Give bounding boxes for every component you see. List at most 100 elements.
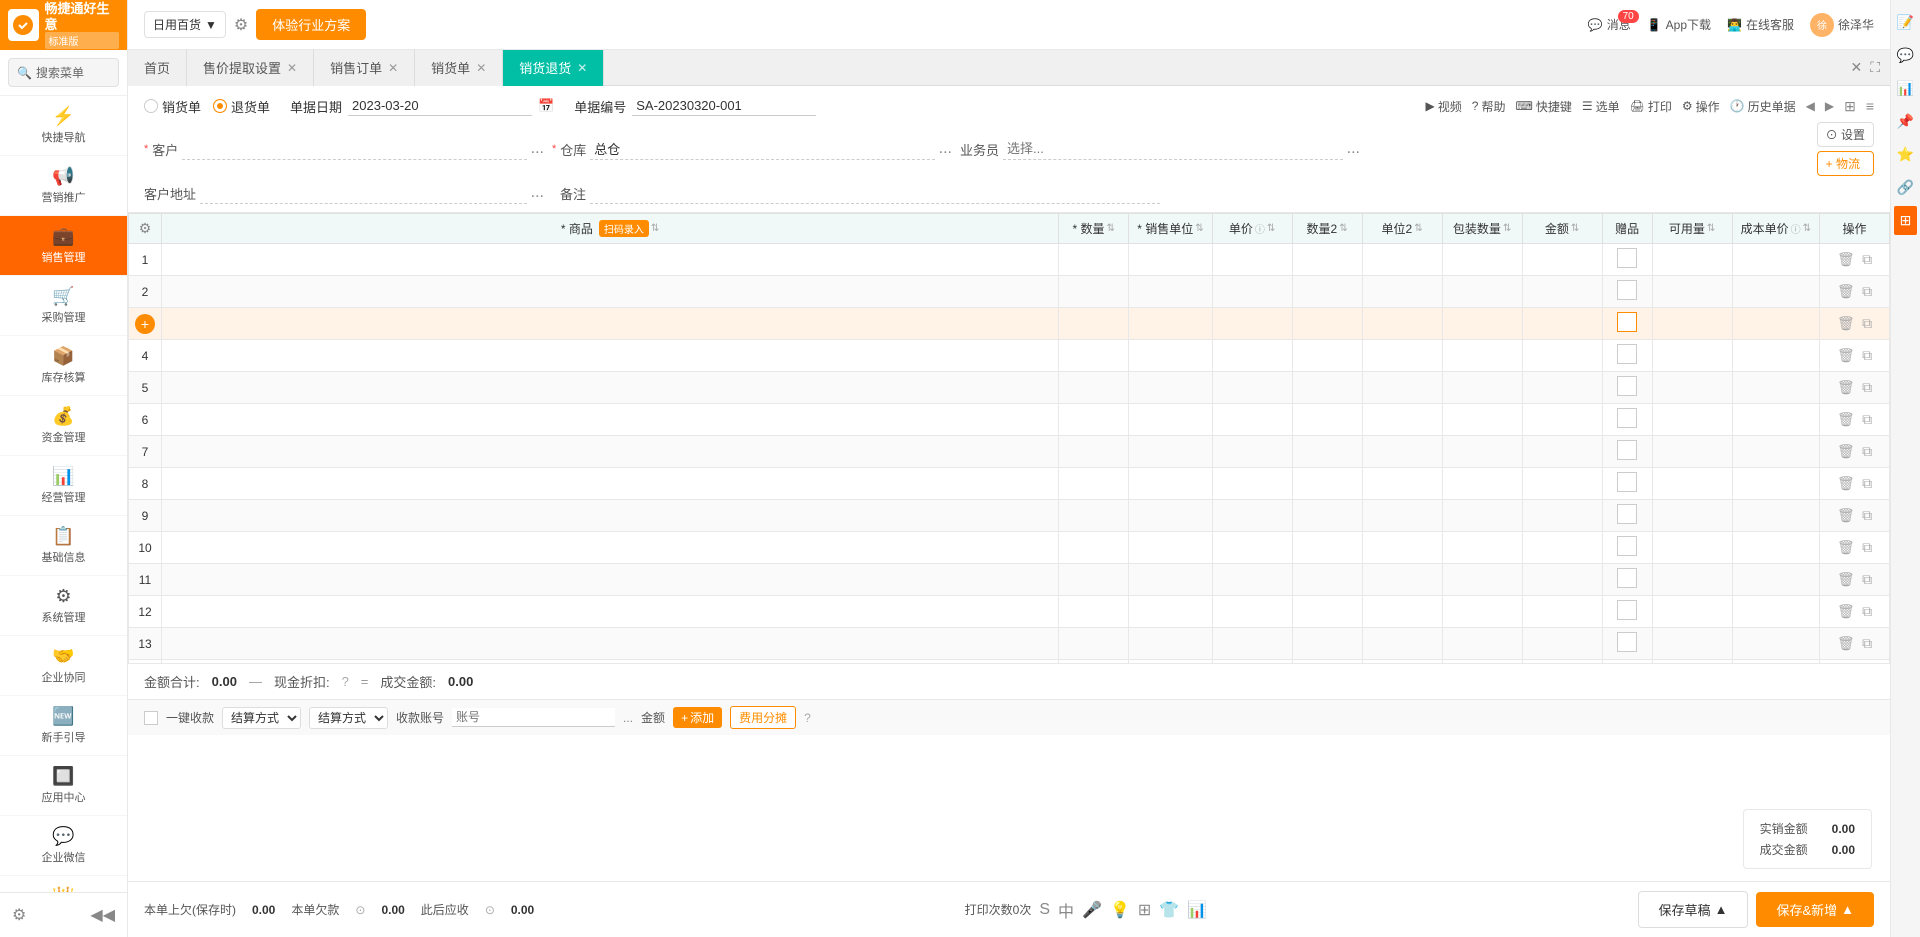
gift-cell[interactable] xyxy=(1602,308,1652,340)
unit2-cell[interactable] xyxy=(1362,500,1442,532)
product-cell[interactable] xyxy=(162,628,1059,660)
tab-close-icon[interactable]: ✕ xyxy=(476,61,486,75)
pack-cell[interactable] xyxy=(1442,244,1522,276)
unit-cell[interactable] xyxy=(1129,404,1212,436)
copy-row-icon[interactable]: ⧉ xyxy=(1860,603,1874,619)
tool-icon-4[interactable]: 💡 xyxy=(1110,900,1130,920)
right-panel-icon-5[interactable]: ⭐ xyxy=(1897,140,1914,169)
gift-checkbox[interactable] xyxy=(1617,632,1637,652)
gift-cell[interactable] xyxy=(1602,244,1652,276)
operate-action[interactable]: ⚙ 操作 xyxy=(1682,98,1720,115)
warehouse-input[interactable] xyxy=(590,138,934,160)
tab-sales[interactable]: 销货单 ✕ xyxy=(415,50,503,86)
help-action[interactable]: ? 帮助 xyxy=(1472,98,1506,115)
unit2-cell[interactable] xyxy=(1362,596,1442,628)
delete-row-icon[interactable]: 🗑 xyxy=(1835,411,1857,427)
delete-row-icon[interactable]: 🗑 xyxy=(1835,315,1857,331)
select-action[interactable]: ☰ 选单 xyxy=(1582,98,1620,115)
gift-cell[interactable] xyxy=(1602,500,1652,532)
unit2-cell[interactable] xyxy=(1362,468,1442,500)
unit2-cell[interactable] xyxy=(1362,404,1442,436)
copy-row-icon[interactable]: ⧉ xyxy=(1860,539,1874,555)
staff-more-icon[interactable]: ... xyxy=(1347,140,1360,158)
avail-cell[interactable] xyxy=(1652,564,1732,596)
copy-row-icon[interactable]: ⧉ xyxy=(1860,315,1874,331)
gift-cell[interactable] xyxy=(1602,276,1652,308)
right-panel-icon-2[interactable]: 💬 xyxy=(1897,41,1914,70)
gift-checkbox[interactable] xyxy=(1617,600,1637,620)
avail-cell[interactable] xyxy=(1652,468,1732,500)
tab-sales-return[interactable]: 销货退货 ✕ xyxy=(503,50,604,86)
payment-method-select[interactable]: 结算方式 xyxy=(222,707,301,729)
qty-cell[interactable] xyxy=(1059,436,1129,468)
gift-checkbox[interactable] xyxy=(1617,376,1637,396)
qty2-cell[interactable] xyxy=(1292,468,1362,500)
right-panel-icon-7[interactable]: ⊞ xyxy=(1894,206,1918,235)
gift-cell[interactable] xyxy=(1602,372,1652,404)
unit2-cell[interactable] xyxy=(1362,628,1442,660)
sidebar-item-member[interactable]: 👑 畅会员 xyxy=(0,876,127,892)
sidebar-item-inventory[interactable]: 📦 库存核算 xyxy=(0,336,127,396)
gift-checkbox[interactable] xyxy=(1617,440,1637,460)
qty2-cell[interactable] xyxy=(1292,564,1362,596)
pack-cell[interactable] xyxy=(1442,276,1522,308)
gift-cell[interactable] xyxy=(1602,628,1652,660)
cost-cell[interactable] xyxy=(1732,436,1819,468)
product-cell[interactable] xyxy=(162,500,1059,532)
qty-cell[interactable] xyxy=(1059,468,1129,500)
amount-cell[interactable] xyxy=(1522,404,1602,436)
product-cell[interactable] xyxy=(162,340,1059,372)
qty2-cell[interactable] xyxy=(1292,404,1362,436)
sidebar-item-newguide[interactable]: 🆕 新手引导 xyxy=(0,696,127,756)
pack-cell[interactable] xyxy=(1442,500,1522,532)
nav-prev-icon[interactable]: ◀ xyxy=(1806,99,1815,113)
avail-cell[interactable] xyxy=(1652,596,1732,628)
price-cell[interactable] xyxy=(1212,468,1292,500)
add-row-button[interactable]: + xyxy=(135,314,155,334)
tool-icon-3[interactable]: 🎤 xyxy=(1082,900,1102,920)
unit-cell[interactable] xyxy=(1129,500,1212,532)
pack-cell[interactable] xyxy=(1442,628,1522,660)
amount-cell[interactable] xyxy=(1522,596,1602,628)
qty-cell[interactable] xyxy=(1059,340,1129,372)
unit2-cell[interactable] xyxy=(1362,308,1442,340)
product-cell[interactable] xyxy=(162,596,1059,628)
cost-cell[interactable] xyxy=(1732,532,1819,564)
radio-sales[interactable]: 销货单 xyxy=(144,97,201,116)
delete-row-icon[interactable]: 🗑 xyxy=(1835,347,1857,363)
delete-row-icon[interactable]: 🗑 xyxy=(1835,603,1857,619)
right-panel-icon-3[interactable]: 📊 xyxy=(1897,74,1914,103)
price-cell[interactable] xyxy=(1212,340,1292,372)
copy-row-icon[interactable]: ⧉ xyxy=(1860,443,1874,459)
delete-row-icon[interactable]: 🗑 xyxy=(1835,475,1857,491)
price-cell[interactable] xyxy=(1212,436,1292,468)
amount-cell[interactable] xyxy=(1522,308,1602,340)
gift-checkbox[interactable] xyxy=(1617,408,1637,428)
price-cell[interactable] xyxy=(1212,596,1292,628)
avail-cell[interactable] xyxy=(1652,628,1732,660)
unit-cell[interactable] xyxy=(1129,436,1212,468)
sidebar-item-basic[interactable]: 📋 基础信息 xyxy=(0,516,127,576)
settings-bottom-icon[interactable]: ⚙ xyxy=(8,901,30,929)
remark-input[interactable] xyxy=(590,182,1160,204)
tool-icon-6[interactable]: 👕 xyxy=(1159,900,1179,920)
pack-cell[interactable] xyxy=(1442,340,1522,372)
calendar-icon[interactable]: 📅 xyxy=(538,98,554,114)
cost-cell[interactable] xyxy=(1732,628,1819,660)
pack-cell[interactable] xyxy=(1442,372,1522,404)
avail-cell[interactable] xyxy=(1652,532,1732,564)
product-cell[interactable] xyxy=(162,276,1059,308)
sidebar-item-purchase[interactable]: 🛒 采购管理 xyxy=(0,276,127,336)
qty-cell[interactable] xyxy=(1059,500,1129,532)
product-cell[interactable] xyxy=(162,404,1059,436)
tab-close-icon[interactable]: ✕ xyxy=(388,61,398,75)
close-tab-icon[interactable]: ✕ xyxy=(1848,57,1864,78)
avail-cell[interactable] xyxy=(1652,436,1732,468)
add-payment-button[interactable]: + 添加 xyxy=(673,707,722,728)
amount-cell[interactable] xyxy=(1522,436,1602,468)
price-cell[interactable] xyxy=(1212,564,1292,596)
product-cell[interactable] xyxy=(162,564,1059,596)
unit2-cell[interactable] xyxy=(1362,340,1442,372)
amount-cell[interactable] xyxy=(1522,244,1602,276)
delete-row-icon[interactable]: 🗑 xyxy=(1835,379,1857,395)
